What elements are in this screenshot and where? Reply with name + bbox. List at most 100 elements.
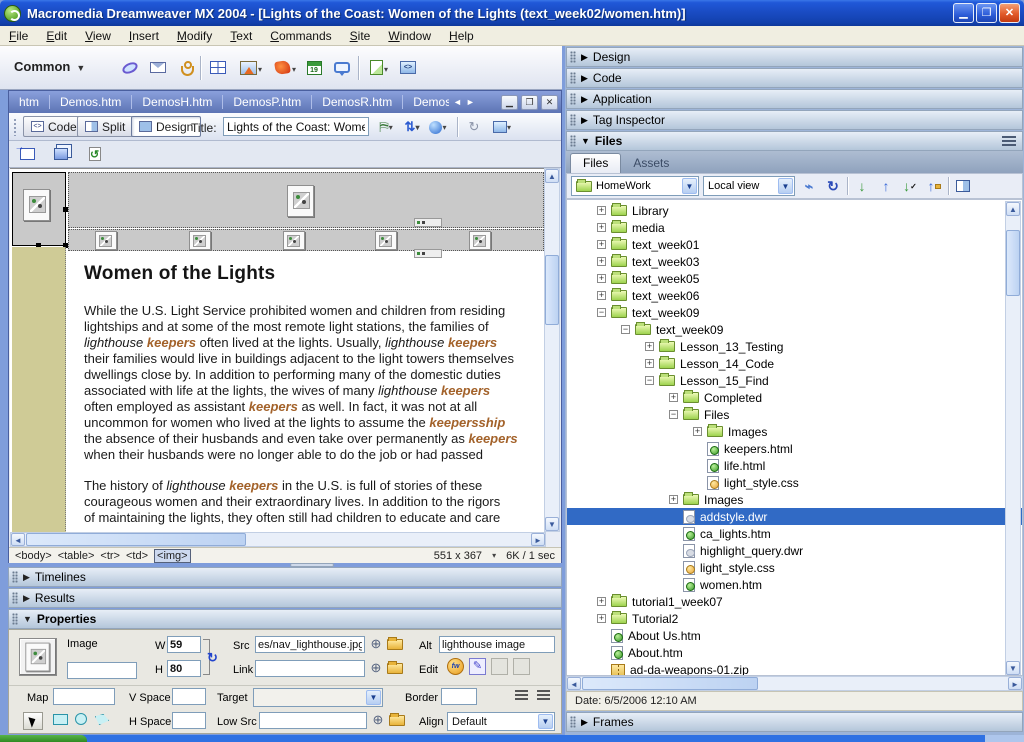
- expand-arrow-icon[interactable]: ▶: [581, 717, 588, 728]
- panel-group-header[interactable]: ▶ Design: [566, 47, 1023, 67]
- alt-input[interactable]: [439, 636, 555, 653]
- start-button-fragment[interactable]: [0, 735, 87, 742]
- panel-grip[interactable]: [12, 571, 18, 583]
- table-cell-navbar[interactable]: [68, 229, 544, 251]
- chevron-down-icon[interactable]: ▾: [492, 551, 496, 560]
- insert-media-icon[interactable]: [270, 56, 294, 80]
- browse-folder-icon[interactable]: [387, 661, 403, 674]
- tree-horizontal-scrollbar[interactable]: ◄ ►: [566, 676, 1023, 691]
- hyperlink-icon[interactable]: [118, 56, 142, 80]
- border-input[interactable]: [441, 688, 477, 705]
- file-tree-item[interactable]: ca_lights.htm: [567, 525, 1022, 542]
- file-tree-item[interactable]: highlight_query.dwr: [567, 542, 1022, 559]
- file-tree-item[interactable]: + text_week05: [567, 270, 1022, 287]
- pages-comment-icon[interactable]: [51, 145, 71, 163]
- menu-item[interactable]: Commands: [261, 29, 340, 43]
- panel-grip[interactable]: [570, 114, 576, 126]
- file-tree-item[interactable]: + Images: [567, 423, 1022, 440]
- expand-icon[interactable]: +: [645, 342, 654, 351]
- reset-size-icon[interactable]: ↻: [207, 650, 218, 666]
- panel-grip[interactable]: [12, 592, 18, 604]
- menu-item[interactable]: Window: [379, 29, 440, 43]
- file-tree-item[interactable]: − Lesson_15_Find: [567, 372, 1022, 389]
- image-name-input[interactable]: [67, 662, 137, 679]
- file-tree-item[interactable]: addstyle.dwr: [567, 508, 1022, 525]
- table-cell-sidebar[interactable]: [12, 247, 66, 532]
- expand-icon[interactable]: +: [597, 597, 606, 606]
- broken-image-placeholder-icon[interactable]: [287, 185, 314, 217]
- document-tab[interactable]: DemosP.htm: [223, 95, 313, 109]
- panel-grip[interactable]: [570, 135, 576, 147]
- file-tree-item[interactable]: ad-da-weapons-01.zip: [567, 661, 1022, 675]
- collapse-icon[interactable]: −: [621, 325, 630, 334]
- preview-in-browser-icon[interactable]: ▾: [427, 118, 449, 136]
- doc-restore-button[interactable]: ❐: [521, 94, 538, 110]
- refresh-page-icon[interactable]: [85, 145, 105, 163]
- insert-date-icon[interactable]: 19: [302, 56, 326, 80]
- panel-grip[interactable]: [570, 72, 576, 84]
- file-tree-item[interactable]: + media: [567, 219, 1022, 236]
- scroll-up-icon[interactable]: ▲: [1006, 202, 1020, 216]
- menu-item[interactable]: View: [76, 29, 120, 43]
- broken-image-placeholder-icon[interactable]: [23, 189, 50, 221]
- polygon-hotspot-tool[interactable]: [95, 714, 109, 728]
- broken-image-placeholder-icon[interactable]: [283, 231, 305, 250]
- horizontal-scrollbar[interactable]: ◄ ►: [10, 532, 546, 547]
- scrollbar-thumb[interactable]: [545, 255, 559, 325]
- expand-arrow-icon[interactable]: ▶: [23, 572, 30, 583]
- file-tree-item[interactable]: + text_week03: [567, 253, 1022, 270]
- panel-header-properties[interactable]: ▼ Properties: [8, 609, 562, 629]
- vspace-input[interactable]: [172, 688, 206, 705]
- panel-group-header-files[interactable]: ▼ Files: [566, 131, 1023, 151]
- put-files-icon[interactable]: ↑: [876, 176, 896, 196]
- file-tree-item[interactable]: + Completed: [567, 389, 1022, 406]
- document-tab[interactable]: DemosRWMV.htm: [403, 95, 449, 109]
- refresh-icon[interactable]: ↻: [823, 176, 843, 196]
- chevron-down-icon[interactable]: ▾: [292, 65, 296, 74]
- expand-icon[interactable]: +: [597, 291, 606, 300]
- scroll-down-icon[interactable]: ▼: [1006, 661, 1020, 675]
- design-view-canvas[interactable]: Women of the Lights While the U.S. Light…: [10, 168, 546, 532]
- tag-selector-item[interactable]: <td>: [126, 550, 148, 562]
- insert-image-icon[interactable]: [236, 56, 260, 80]
- scroll-up-icon[interactable]: ▲: [545, 169, 559, 183]
- broken-image-fragment-icon[interactable]: [414, 218, 442, 227]
- file-tree-item[interactable]: + Lesson_13_Testing: [567, 338, 1022, 355]
- collapse-icon[interactable]: −: [669, 410, 678, 419]
- file-tree-item[interactable]: + Images: [567, 491, 1022, 508]
- file-tree-item[interactable]: women.htm: [567, 576, 1022, 593]
- expand-arrow-icon[interactable]: ▶: [581, 94, 588, 105]
- expand-icon[interactable]: +: [669, 495, 678, 504]
- panel-header-timelines[interactable]: ▶ Timelines: [8, 567, 562, 587]
- doc-close-button[interactable]: ✕: [541, 94, 558, 110]
- panel-group-header[interactable]: ▶ Tag Inspector: [566, 110, 1023, 130]
- file-tree-item[interactable]: + tutorial1_week07: [567, 593, 1022, 610]
- pointer-tool-button[interactable]: [23, 712, 43, 730]
- panel-header-results[interactable]: ▶ Results: [8, 588, 562, 608]
- expand-icon[interactable]: +: [597, 257, 606, 266]
- toolbar-grip[interactable]: [13, 118, 17, 136]
- point-to-file-icon[interactable]: ⊕: [369, 661, 383, 675]
- check-in-icon[interactable]: ↑: [924, 176, 944, 196]
- document-title-input[interactable]: [223, 117, 369, 136]
- src-input[interactable]: [255, 636, 365, 653]
- scroll-right-icon[interactable]: ►: [1008, 677, 1022, 690]
- panel-header-frames[interactable]: ▶ Frames: [566, 712, 1023, 732]
- menu-item[interactable]: Insert: [120, 29, 168, 43]
- refresh-icon[interactable]: ↻: [463, 118, 485, 136]
- table-cell-banner[interactable]: [68, 172, 544, 228]
- close-button[interactable]: ✕: [999, 3, 1020, 23]
- document-tab[interactable]: Demos.htm: [50, 95, 133, 109]
- file-tree-item[interactable]: + Lesson_14_Code: [567, 355, 1022, 372]
- file-tree-item[interactable]: + text_week06: [567, 287, 1022, 304]
- map-input[interactable]: [53, 688, 115, 705]
- align-left-icon[interactable]: [515, 690, 528, 701]
- expand-arrow-icon[interactable]: ▶: [581, 52, 588, 63]
- hspace-input[interactable]: [172, 712, 206, 729]
- rectangle-hotspot-tool[interactable]: [53, 714, 68, 728]
- tab-files[interactable]: Files: [570, 153, 622, 173]
- width-input[interactable]: [167, 636, 201, 653]
- point-to-file-icon[interactable]: ⊕: [371, 713, 385, 727]
- menu-item[interactable]: Edit: [37, 29, 76, 43]
- file-tree-item[interactable]: − text_week09: [567, 304, 1022, 321]
